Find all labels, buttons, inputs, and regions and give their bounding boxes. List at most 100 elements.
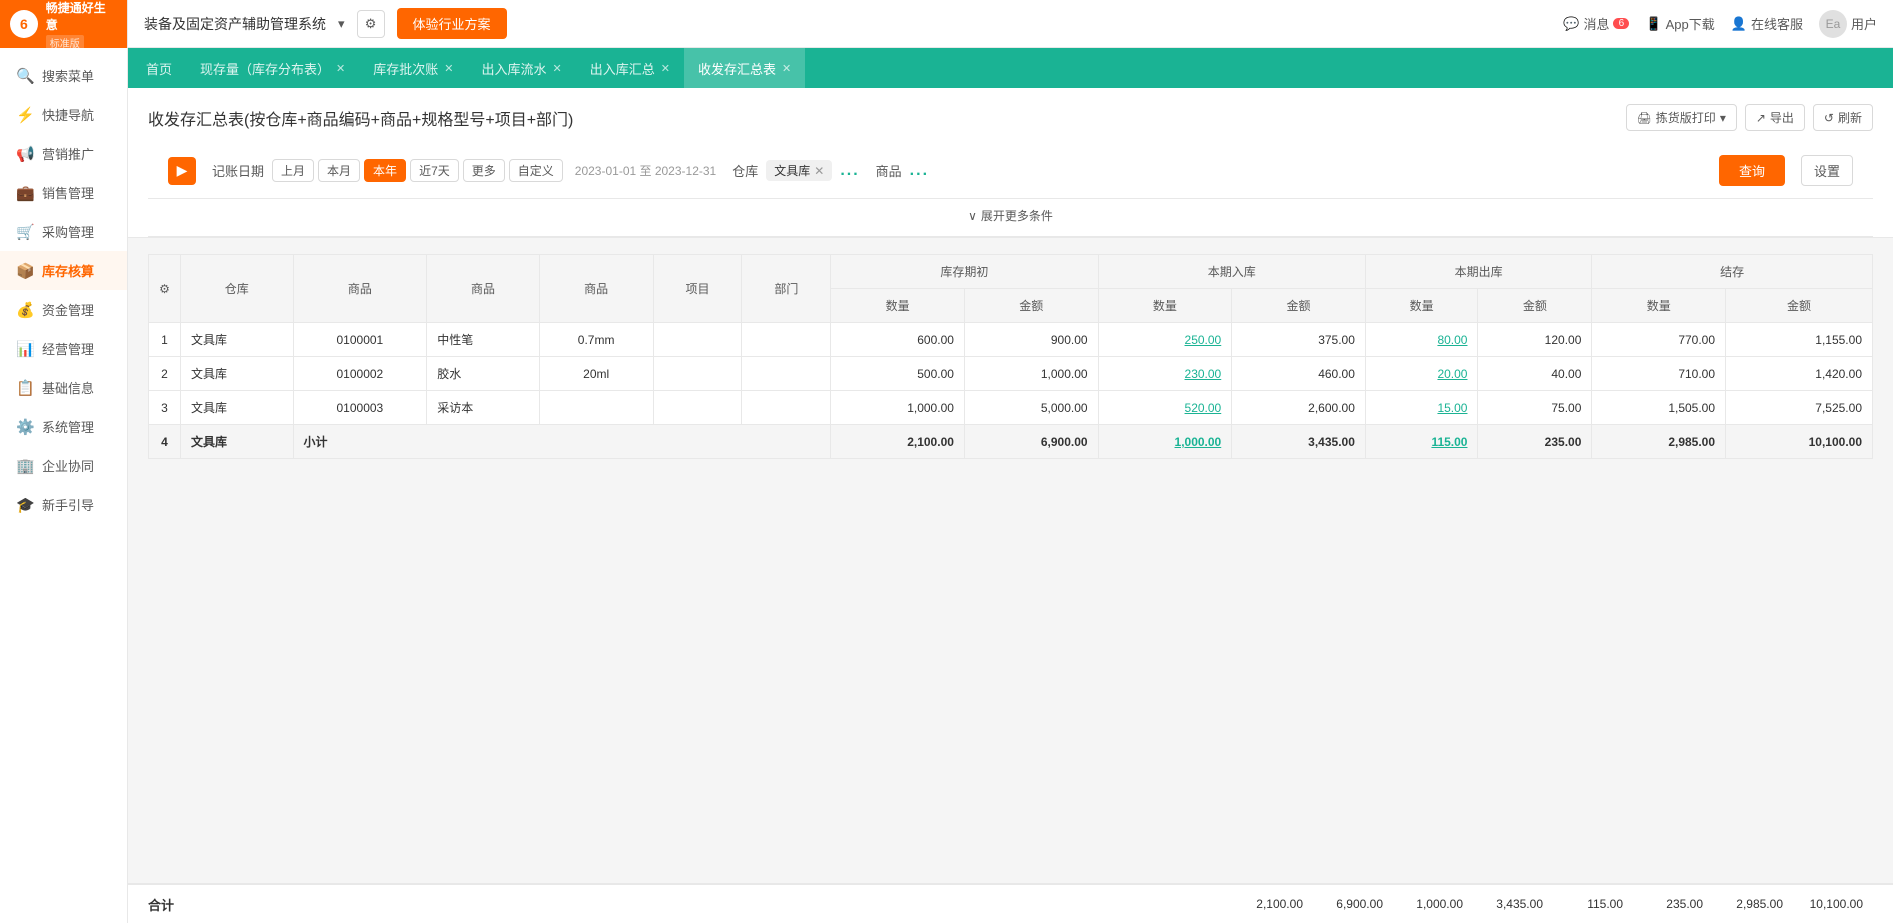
export-button[interactable]: ↗ 导出	[1745, 104, 1805, 131]
cell-goods-code: 0100002	[293, 357, 427, 391]
sidebar-item-label: 经营管理	[42, 339, 94, 358]
date-filter-group: 记账日期 上月 本月 本年 近7天 更多 自定义 2023-01-01 至 20…	[212, 159, 716, 182]
message-button[interactable]: 💬 消息 6	[1563, 14, 1629, 33]
print-button[interactable]: 🖨 拣货版打印 ▾	[1626, 104, 1737, 131]
cell-in-amt: 460.00	[1232, 357, 1366, 391]
sidebar-item-label: 资金管理	[42, 300, 94, 319]
subtotal-begin-amt: 6,900.00	[964, 425, 1098, 459]
subtotal-row: 4 文具库 小计 2,100.00 6,900.00 1,000.00 3,43…	[149, 425, 1873, 459]
subtotal-out-qty[interactable]: 115.00	[1365, 425, 1478, 459]
sidebar-item-quick[interactable]: ⚡快捷导航	[0, 95, 127, 134]
date-btn-custom[interactable]: 自定义	[509, 159, 563, 182]
th-goods-name: 商品	[427, 255, 540, 323]
tab-label: 库存批次账	[373, 59, 438, 78]
sidebar-item-basic[interactable]: 📋基础信息	[0, 368, 127, 407]
tab-close-icon[interactable]: ✕	[782, 62, 791, 75]
report-title: 收发存汇总表(按仓库+商品编码+商品+规格型号+项目+部门)	[148, 106, 573, 130]
date-btn-last-month[interactable]: 上月	[272, 159, 314, 182]
table-row: 1 文具库 0100001 中性笔 0.7mm 600.00 900.00 25…	[149, 323, 1873, 357]
footer-total: 合计 2,100.00 6,900.00 1,000.00 3,435.00 1…	[128, 883, 1893, 923]
cell-department	[742, 357, 831, 391]
subtotal-begin-qty: 2,100.00	[831, 425, 965, 459]
sidebar-item-finance[interactable]: 💰资金管理	[0, 290, 127, 329]
sidebar-item-search[interactable]: 🔍搜索菜单	[0, 56, 127, 95]
sidebar-item-marketing[interactable]: 📢营销推广	[0, 134, 127, 173]
sidebar-item-purchase[interactable]: 🛒采购管理	[0, 212, 127, 251]
th-goods-spec: 商品	[539, 255, 653, 323]
sidebar: 6 畅捷通好生意 标准版 🔍搜索菜单⚡快捷导航📢营销推广💼销售管理🛒采购管理📦库…	[0, 0, 128, 923]
marketing-icon: 📢	[16, 145, 34, 163]
app-subtitle: 标准版	[46, 35, 84, 50]
th-settings[interactable]: ⚙	[149, 255, 181, 323]
cell-in-qty[interactable]: 250.00	[1098, 323, 1232, 357]
topbar-left: 装备及固定资产辅助管理系统 ▾ ⚙ 体验行业方案	[144, 8, 507, 39]
th-in-qty: 数量	[1098, 289, 1232, 323]
system-dropdown[interactable]: ▾	[338, 16, 345, 32]
tab-close-icon[interactable]: ✕	[553, 62, 562, 75]
th-out-amt: 金额	[1478, 289, 1592, 323]
online-service-button[interactable]: 👤 在线客服	[1731, 14, 1803, 33]
query-button[interactable]: 查询	[1719, 155, 1785, 186]
tab-5[interactable]: 收发存汇总表✕	[684, 48, 805, 88]
refresh-button[interactable]: ↺ 刷新	[1813, 104, 1873, 131]
sidebar-item-enterprise[interactable]: 🏢企业协同	[0, 446, 127, 485]
cell-out-qty[interactable]: 15.00	[1365, 391, 1478, 425]
sidebar-item-guide[interactable]: 🎓新手引导	[0, 485, 127, 524]
tab-close-icon[interactable]: ✕	[444, 62, 453, 75]
sidebar-item-sales[interactable]: 💼销售管理	[0, 173, 127, 212]
cell-out-qty[interactable]: 20.00	[1365, 357, 1478, 391]
total-out-qty: 115.00	[1553, 897, 1633, 911]
sidebar-item-label: 快捷导航	[42, 105, 94, 124]
date-btn-this-month[interactable]: 本月	[318, 159, 360, 182]
tab-close-icon[interactable]: ✕	[336, 62, 345, 75]
tab-2[interactable]: 库存批次账 ✕	[359, 48, 467, 88]
sidebar-item-operations[interactable]: 📊经营管理	[0, 329, 127, 368]
cell-out-amt: 75.00	[1478, 391, 1592, 425]
cell-begin-amt: 5,000.00	[964, 391, 1098, 425]
tab-0[interactable]: 首页	[132, 48, 186, 88]
filter-bar: ▶ 记账日期 上月 本月 本年 近7天 更多 自定义 2023-01-01 至 …	[148, 143, 1873, 199]
cell-in-amt: 375.00	[1232, 323, 1366, 357]
tab-close-icon[interactable]: ✕	[661, 62, 670, 75]
sidebar-item-system[interactable]: ⚙️系统管理	[0, 407, 127, 446]
date-btn-more[interactable]: 更多	[463, 159, 505, 182]
cell-bal-qty: 770.00	[1592, 323, 1726, 357]
logo-text: 畅捷通好生意 标准版	[46, 0, 117, 50]
date-btn-7days[interactable]: 近7天	[410, 159, 459, 182]
subtotal-in-qty[interactable]: 1,000.00	[1098, 425, 1232, 459]
th-begin-qty: 数量	[831, 289, 965, 323]
cell-in-qty[interactable]: 230.00	[1098, 357, 1232, 391]
warehouse-ellipsis[interactable]: ...	[840, 162, 859, 180]
tab-3[interactable]: 出入库流水✕	[467, 48, 575, 88]
trial-button[interactable]: 体验行业方案	[397, 8, 507, 39]
cell-in-qty[interactable]: 520.00	[1098, 391, 1232, 425]
refresh-icon: ↺	[1824, 111, 1834, 125]
service-icon: 👤	[1731, 16, 1747, 32]
subtotal-out-amt: 235.00	[1478, 425, 1592, 459]
expand-conditions-button[interactable]: ∨ 展开更多条件	[968, 207, 1053, 224]
report-title-row: 收发存汇总表(按仓库+商品编码+商品+规格型号+项目+部门) 🖨 拣货版打印 ▾…	[148, 104, 1873, 131]
sidebar-item-inventory[interactable]: 📦库存核算	[0, 251, 127, 290]
date-btn-this-year[interactable]: 本年	[364, 159, 406, 182]
column-settings-button[interactable]: 设置	[1801, 155, 1853, 186]
tab-1[interactable]: 现存量（库存分布表）✕	[186, 48, 359, 88]
date-filter-buttons: 上月 本月 本年 近7天 更多 自定义	[272, 159, 563, 182]
tab-4[interactable]: 出入库汇总✕	[576, 48, 684, 88]
report-header: 收发存汇总表(按仓库+商品编码+商品+规格型号+项目+部门) 🖨 拣货版打印 ▾…	[128, 88, 1893, 238]
app-download-button[interactable]: 📱 App下载	[1645, 14, 1714, 33]
topbar-right: 💬 消息 6 📱 App下载 👤 在线客服 Ea 用户	[1563, 10, 1877, 38]
cell-project	[653, 391, 742, 425]
warehouse-filter-tag[interactable]: 文具库 ✕	[766, 160, 832, 181]
filter-toggle-button[interactable]: ▶	[168, 157, 196, 185]
cell-project	[653, 323, 742, 357]
user-menu[interactable]: Ea 用户	[1819, 10, 1877, 38]
cell-out-qty[interactable]: 80.00	[1365, 323, 1478, 357]
warehouse-tag-close-icon[interactable]: ✕	[814, 164, 824, 178]
settings-gear-button[interactable]: ⚙	[357, 10, 385, 38]
goods-ellipsis[interactable]: ...	[910, 162, 929, 180]
subtotal-no: 4	[149, 425, 181, 459]
subtotal-in-amt: 3,435.00	[1232, 425, 1366, 459]
subtotal-bal-qty: 2,985.00	[1592, 425, 1726, 459]
cell-goods-spec: 20ml	[539, 357, 653, 391]
th-balance: 结存	[1592, 255, 1873, 289]
